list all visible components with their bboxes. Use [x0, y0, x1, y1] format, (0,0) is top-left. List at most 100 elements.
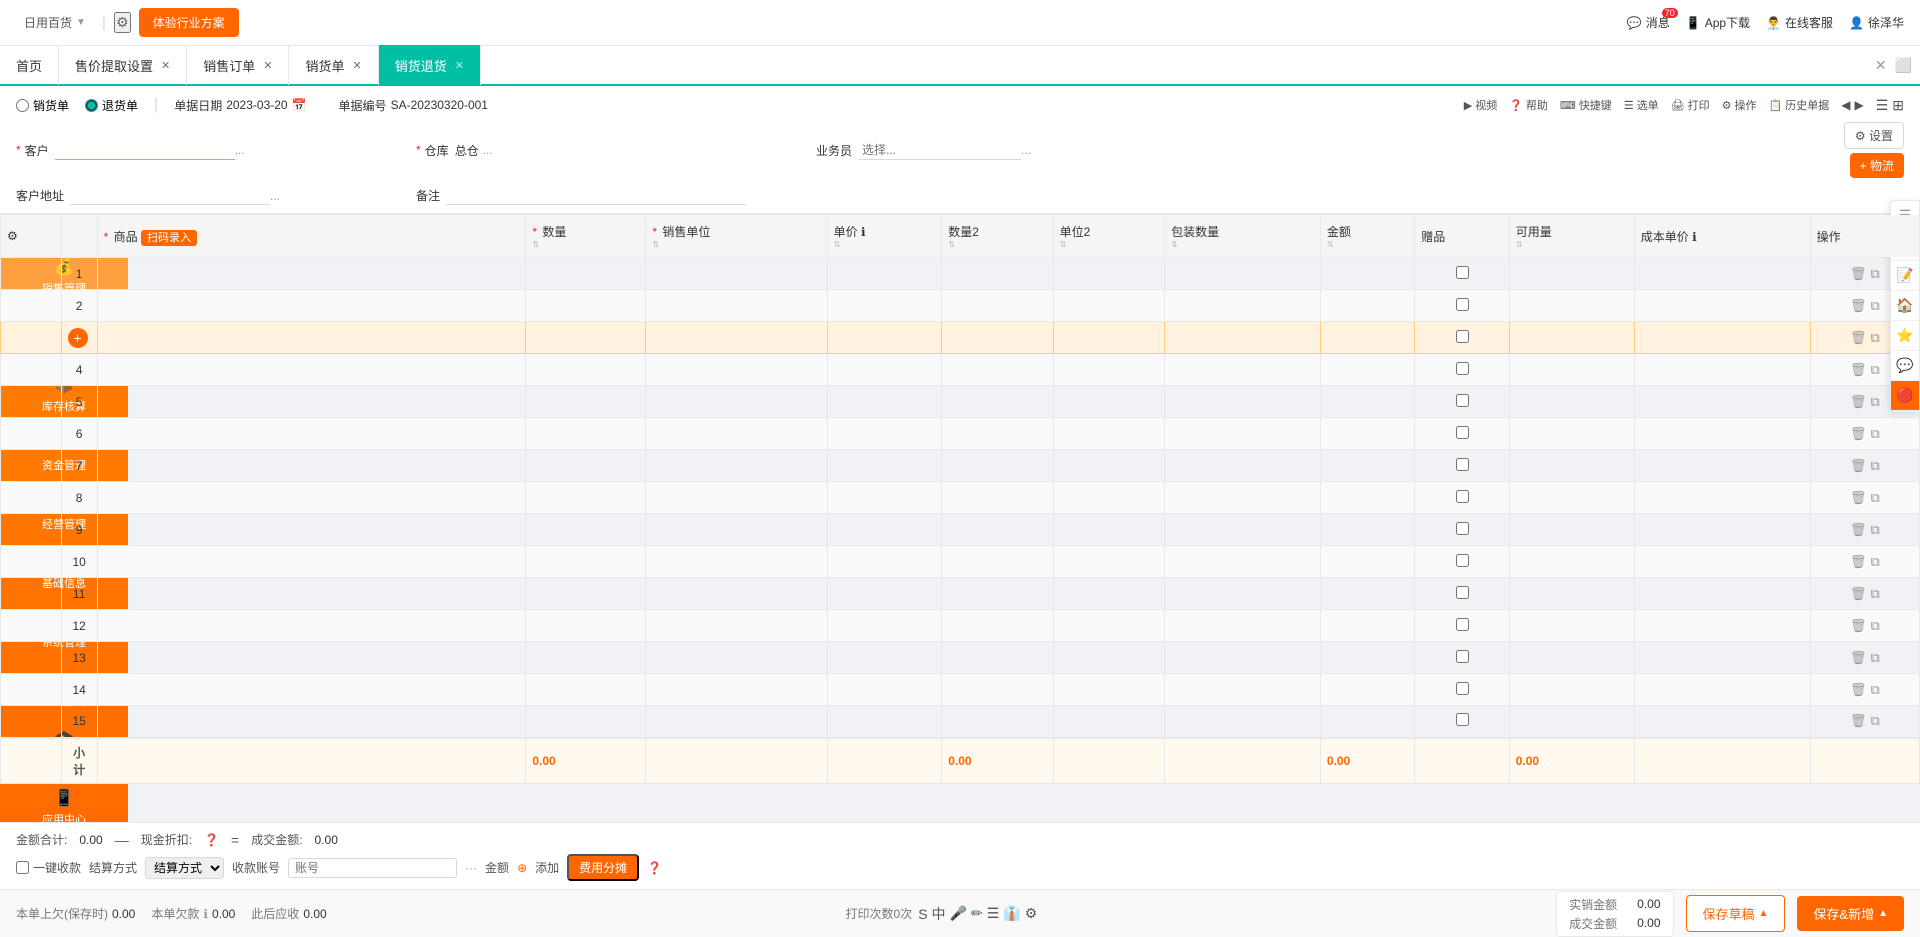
tab-4[interactable]: 销货退货✕: [379, 45, 481, 85]
goods-input-4[interactable]: [104, 363, 520, 377]
cell-price-5[interactable]: [827, 386, 942, 418]
cell-gift-12[interactable]: [1415, 610, 1509, 642]
cell-available-7[interactable]: [1509, 450, 1634, 482]
gift-checkbox-10[interactable]: [1456, 554, 1469, 567]
cell-gift-4[interactable]: [1415, 354, 1509, 386]
gift-checkbox-2[interactable]: [1456, 298, 1469, 311]
cell-amount-3[interactable]: [1320, 322, 1414, 354]
cell-price-2[interactable]: [827, 290, 942, 322]
cell-goods-1[interactable]: [97, 258, 526, 290]
cell-pack-11[interactable]: [1165, 578, 1321, 610]
delete-icon-7[interactable]: 🗑: [1850, 458, 1867, 474]
customer-dots[interactable]: ...: [235, 143, 245, 157]
add-row-button-3[interactable]: +: [68, 328, 88, 348]
cell-amount-13[interactable]: [1320, 642, 1414, 674]
cell-qty2-4[interactable]: [942, 354, 1053, 386]
goods-input-14[interactable]: [104, 683, 520, 697]
cell-unit2-14[interactable]: [1053, 674, 1164, 706]
cell-pack-7[interactable]: [1165, 450, 1321, 482]
qty-sort[interactable]: ⇅: [532, 240, 639, 249]
cell-unit-8[interactable]: [646, 482, 827, 514]
one-click-input[interactable]: [16, 861, 29, 874]
cell-qty-8[interactable]: [526, 482, 646, 514]
cell-cost-15[interactable]: [1634, 706, 1810, 738]
scan-button[interactable]: 扫码录入: [141, 230, 197, 246]
online-service-button[interactable]: 👨‍💼 在线客服: [1766, 14, 1833, 31]
cell-amount-1[interactable]: [1320, 258, 1414, 290]
goods-input-5[interactable]: [104, 395, 520, 409]
cell-qty-6[interactable]: [526, 418, 646, 450]
cell-price-11[interactable]: [827, 578, 942, 610]
copy-icon-14[interactable]: ⧉: [1870, 682, 1879, 698]
cell-qty-11[interactable]: [526, 578, 646, 610]
cell-qty-13[interactable]: [526, 642, 646, 674]
form-setting-button[interactable]: ⚙ 设置: [1844, 122, 1904, 149]
cell-pack-4[interactable]: [1165, 354, 1321, 386]
cell-pack-1[interactable]: [1165, 258, 1321, 290]
cell-unit2-7[interactable]: [1053, 450, 1164, 482]
cell-cost-13[interactable]: [1634, 642, 1810, 674]
cell-price-14[interactable]: [827, 674, 942, 706]
address-input[interactable]: [70, 186, 270, 205]
cell-amount-9[interactable]: [1320, 514, 1414, 546]
cell-unit-5[interactable]: [646, 386, 827, 418]
cell-gift-11[interactable]: [1415, 578, 1509, 610]
cell-price-10[interactable]: [827, 546, 942, 578]
cell-pack-13[interactable]: [1165, 642, 1321, 674]
calc-select[interactable]: 结算方式: [145, 857, 224, 879]
cell-qty2-5[interactable]: [942, 386, 1053, 418]
radio-sales-input[interactable]: [16, 99, 29, 112]
cell-price-3[interactable]: [827, 322, 942, 354]
cell-amount-11[interactable]: [1320, 578, 1414, 610]
cell-cost-1[interactable]: [1634, 258, 1810, 290]
toolbar-history[interactable]: 📋 历史单据: [1769, 97, 1830, 113]
cell-available-12[interactable]: [1509, 610, 1634, 642]
cell-qty-4[interactable]: [526, 354, 646, 386]
rp-item-7[interactable]: 🔴: [1891, 381, 1919, 411]
cell-unit-14[interactable]: [646, 674, 827, 706]
cell-cost-8[interactable]: [1634, 482, 1810, 514]
cell-available-9[interactable]: [1509, 514, 1634, 546]
cell-qty2-14[interactable]: [942, 674, 1053, 706]
goods-input-9[interactable]: [104, 523, 520, 537]
cell-pack-10[interactable]: [1165, 546, 1321, 578]
gift-checkbox-3[interactable]: [1456, 330, 1469, 343]
cell-cost-5[interactable]: [1634, 386, 1810, 418]
copy-icon-8[interactable]: ⧉: [1870, 490, 1879, 506]
toolbar-print[interactable]: 🖨 打印: [1671, 97, 1710, 113]
copy-icon-4[interactable]: ⧉: [1870, 362, 1879, 378]
cell-available-4[interactable]: [1509, 354, 1634, 386]
cell-cost-4[interactable]: [1634, 354, 1810, 386]
delete-icon-8[interactable]: 🗑: [1850, 490, 1867, 506]
gift-checkbox-13[interactable]: [1456, 650, 1469, 663]
cell-available-14[interactable]: [1509, 674, 1634, 706]
delete-icon-14[interactable]: 🗑: [1850, 682, 1867, 698]
cell-goods-11[interactable]: [97, 578, 526, 610]
cell-available-5[interactable]: [1509, 386, 1634, 418]
cell-amount-5[interactable]: [1320, 386, 1414, 418]
radio-sales[interactable]: 销货单: [16, 97, 69, 114]
cell-pack-14[interactable]: [1165, 674, 1321, 706]
gift-checkbox-1[interactable]: [1456, 266, 1469, 279]
cell-gift-8[interactable]: [1415, 482, 1509, 514]
grid-view-icon[interactable]: ⊞: [1892, 97, 1904, 114]
copy-icon-1[interactable]: ⧉: [1870, 266, 1879, 282]
unit2-sort[interactable]: ⇅: [1060, 240, 1158, 249]
cost-info-icon[interactable]: ℹ: [1692, 230, 1697, 244]
next-record-icon[interactable]: ▶: [1854, 98, 1863, 112]
delete-icon-3[interactable]: 🗑: [1850, 330, 1867, 346]
price-sort[interactable]: ⇅: [834, 240, 936, 249]
amount-sort[interactable]: ⇅: [1327, 240, 1408, 249]
goods-input-15[interactable]: [104, 714, 520, 728]
cell-gift-2[interactable]: [1415, 290, 1509, 322]
settings-gear-button[interactable]: ⚙: [114, 12, 131, 33]
cell-unit2-10[interactable]: [1053, 546, 1164, 578]
cell-price-15[interactable]: [827, 706, 942, 738]
cell-cost-11[interactable]: [1634, 578, 1810, 610]
pack-sort[interactable]: ⇅: [1171, 240, 1314, 249]
save-new-button[interactable]: 保存&新增 ▲: [1797, 896, 1904, 931]
cell-pack-9[interactable]: [1165, 514, 1321, 546]
cell-goods-10[interactable]: [97, 546, 526, 578]
cell-pack-15[interactable]: [1165, 706, 1321, 738]
goods-input-10[interactable]: [104, 555, 520, 569]
